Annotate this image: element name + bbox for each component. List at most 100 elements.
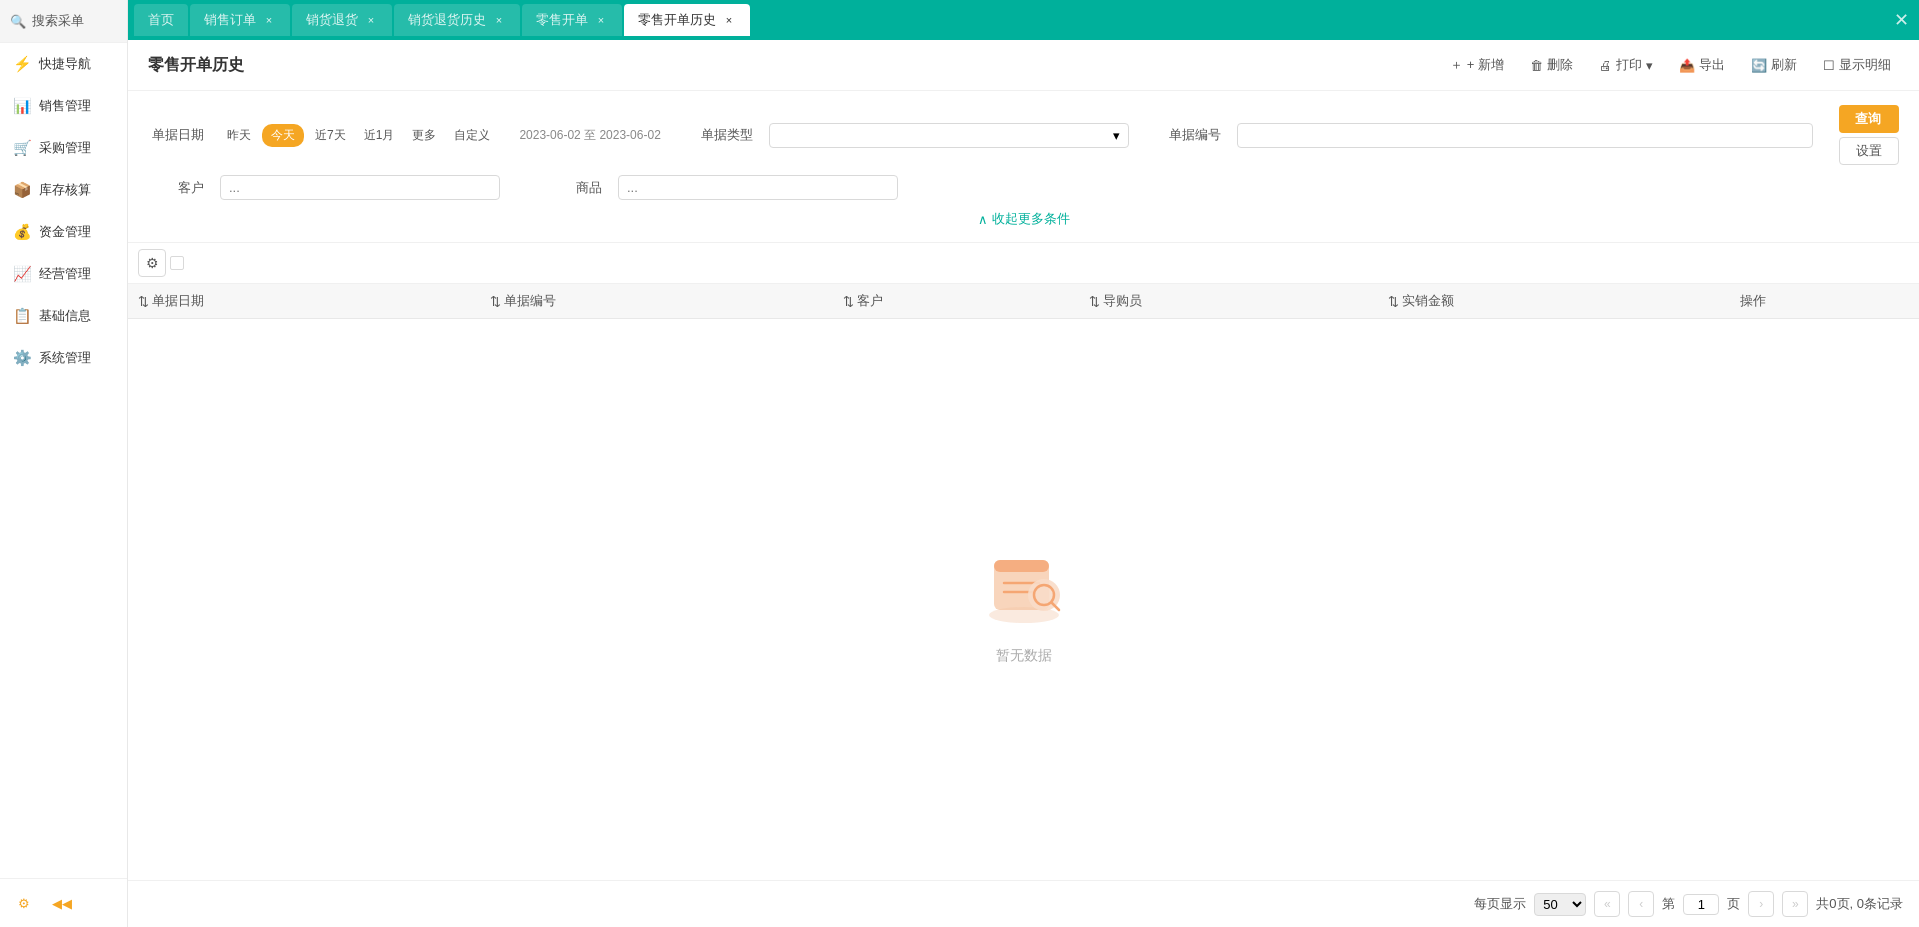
print-button[interactable]: 🖨 打印 ▾ xyxy=(1591,52,1661,78)
tab-sales_order[interactable]: 销售订单 × xyxy=(190,4,290,36)
empty-state: 暂无数据 xyxy=(128,319,1919,880)
number-input-wrap xyxy=(1237,123,1813,148)
tab-label-home: 首页 xyxy=(148,11,174,29)
goods-input[interactable] xyxy=(627,180,889,195)
collapse-btn[interactable]: ∧ 收起更多条件 xyxy=(978,210,1070,228)
print-label: 打印 xyxy=(1616,56,1642,74)
display-label: 显示明细 xyxy=(1839,56,1891,74)
tab-close-sales_order[interactable]: × xyxy=(262,13,276,27)
sidebar-icon-kucun: 📦 xyxy=(13,181,31,199)
table-area: ⚙ ⇅单据日期⇅单据编号⇅客户⇅导购员⇅实销金额操作 xyxy=(128,243,1919,880)
chevron-down-icon: ▾ xyxy=(1113,128,1120,143)
sidebar-item-xiaoshou[interactable]: 📊销售管理 xyxy=(0,85,127,127)
display-detail-btn[interactable]: ☐ 显示明细 xyxy=(1815,52,1899,78)
date-btn-昨天[interactable]: 昨天 xyxy=(220,124,258,147)
refresh-icon: 🔄 xyxy=(1751,58,1767,73)
customer-input-wrap xyxy=(220,175,500,200)
sidebar-label-caigou: 采购管理 xyxy=(39,139,91,157)
sidebar-search-label: 搜索采单 xyxy=(32,12,84,30)
first-page-btn[interactable]: « xyxy=(1594,891,1620,917)
date-buttons: 昨天今天近7天近1月更多自定义 xyxy=(220,124,497,147)
sidebar-label-jingying: 经营管理 xyxy=(39,265,91,283)
export-icon: 📤 xyxy=(1679,58,1695,73)
export-button[interactable]: 📤 导出 xyxy=(1671,52,1733,78)
th-customer[interactable]: ⇅客户 xyxy=(833,284,1079,319)
th-actions: 操作 xyxy=(1730,284,1919,319)
checkbox-icon: ☐ xyxy=(1823,58,1835,73)
sidebar-label-kucun: 库存核算 xyxy=(39,181,91,199)
type-select[interactable]: ▾ xyxy=(769,123,1129,148)
sidebar-item-caigou[interactable]: 🛒 采购管理 xyxy=(0,127,127,169)
empty-illustration xyxy=(974,535,1074,635)
pagination: 每页显示 50 10 20 100 « ‹ 第 页 › » 共0页, 0条记录 xyxy=(128,880,1919,927)
total-label: 共0页, 0条记录 xyxy=(1816,895,1903,913)
tab-bar-close-btn[interactable]: ✕ xyxy=(1890,9,1913,31)
tab-close-sales_return[interactable]: × xyxy=(364,13,378,27)
settings-button[interactable]: 设置 xyxy=(1839,137,1899,165)
table-settings-btn[interactable]: ⚙ xyxy=(138,249,166,277)
sidebar-collapse-btn[interactable]: ◀◀ xyxy=(48,889,76,917)
prev-page-btn[interactable]: ‹ xyxy=(1628,891,1654,917)
sidebar-item-kucun[interactable]: 📦 库存核算 xyxy=(0,169,127,211)
date-btn-近1月[interactable]: 近1月 xyxy=(357,124,402,147)
tab-retail_open[interactable]: 零售开单× xyxy=(522,4,622,36)
page-of-label: 页 xyxy=(1727,895,1740,913)
sidebar-gear-btn[interactable]: ⚙ xyxy=(10,889,38,917)
add-icon: ＋ xyxy=(1450,56,1463,74)
customer-input[interactable] xyxy=(229,180,491,195)
th-amount[interactable]: ⇅实销金额 xyxy=(1378,284,1730,319)
date-btn-自定义[interactable]: 自定义 xyxy=(447,124,497,147)
tab-close-sales_return_history[interactable]: × xyxy=(492,13,506,27)
sort-icon-customer: ⇅ xyxy=(843,294,854,309)
tab-close-retail_open_history[interactable]: × xyxy=(722,13,736,27)
tab-retail_open_history[interactable]: 零售开单历史 × xyxy=(624,4,750,36)
empty-text: 暂无数据 xyxy=(996,647,1052,665)
chevron-up-icon: ∧ xyxy=(978,212,988,227)
sidebar-item-jingying[interactable]: 📈 经营管理 xyxy=(0,253,127,295)
date-btn-今天[interactable]: 今天 xyxy=(262,124,304,147)
collapse-label: 收起更多条件 xyxy=(992,210,1070,228)
refresh-label: 刷新 xyxy=(1771,56,1797,74)
date-btn-更多[interactable]: 更多 xyxy=(405,124,443,147)
tab-home[interactable]: 首页 xyxy=(134,4,188,36)
sort-icon-date: ⇅ xyxy=(138,294,149,309)
th-guide[interactable]: ⇅导购员 xyxy=(1079,284,1378,319)
date-btn-近7天[interactable]: 近7天 xyxy=(308,124,353,147)
sort-icon-amount: ⇅ xyxy=(1388,294,1399,309)
tab-sales_return_history[interactable]: 销货退货历史× xyxy=(394,4,520,36)
per-page-select[interactable]: 50 10 20 100 xyxy=(1534,893,1586,916)
delete-button[interactable]: 🗑 删除 xyxy=(1522,52,1581,78)
sidebar-icon-xitong: ⚙️ xyxy=(13,349,31,367)
sidebar-icon-caigou: 🛒 xyxy=(13,139,31,157)
sidebar-search-btn[interactable]: 🔍 搜索采单 xyxy=(0,0,127,43)
tab-label-sales_order: 销售订单 xyxy=(204,11,256,29)
tab-close-retail_open[interactable]: × xyxy=(594,13,608,27)
last-page-btn[interactable]: » xyxy=(1782,891,1808,917)
next-page-btn[interactable]: › xyxy=(1748,891,1774,917)
sidebar-label-jichu: 基础信息 xyxy=(39,307,91,325)
main-area: 首页销售订单×销货退货×销货退货历史×零售开单×零售开单历史× ✕ 零售开单历史… xyxy=(128,0,1919,927)
query-button[interactable]: 查询 xyxy=(1839,105,1899,133)
settings-label: 设置 xyxy=(1856,142,1882,160)
th-date[interactable]: ⇅单据日期 xyxy=(128,284,480,319)
print-dropdown-icon: ▾ xyxy=(1646,58,1653,73)
sidebar-item-kuaijie[interactable]: ⚡快捷导航 xyxy=(0,43,127,85)
number-input[interactable] xyxy=(1246,128,1804,143)
sidebar-icon-kuaijie: ⚡ xyxy=(13,55,31,73)
svg-rect-2 xyxy=(994,560,1049,572)
refresh-button[interactable]: 🔄 刷新 xyxy=(1743,52,1805,78)
sort-icon-guide: ⇅ xyxy=(1089,294,1100,309)
delete-icon: 🗑 xyxy=(1530,58,1543,73)
th-number[interactable]: ⇅单据编号 xyxy=(480,284,832,319)
sidebar-icon-jichu: 📋 xyxy=(13,307,31,325)
tab-label-retail_open_history: 零售开单历史 xyxy=(638,11,716,29)
sidebar-item-jichu[interactable]: 📋 基础信息 xyxy=(0,295,127,337)
sidebar-item-zijin[interactable]: 💰资金管理 xyxy=(0,211,127,253)
select-all-checkbox[interactable] xyxy=(170,256,184,270)
tab-sales_return[interactable]: 销货退货× xyxy=(292,4,392,36)
page-input[interactable] xyxy=(1683,894,1719,915)
sidebar-icon-jingying: 📈 xyxy=(13,265,31,283)
sidebar-item-xitong[interactable]: ⚙️系统管理 xyxy=(0,337,127,379)
add-button[interactable]: ＋ + 新增 xyxy=(1442,52,1512,78)
goods-label: 商品 xyxy=(546,179,602,197)
